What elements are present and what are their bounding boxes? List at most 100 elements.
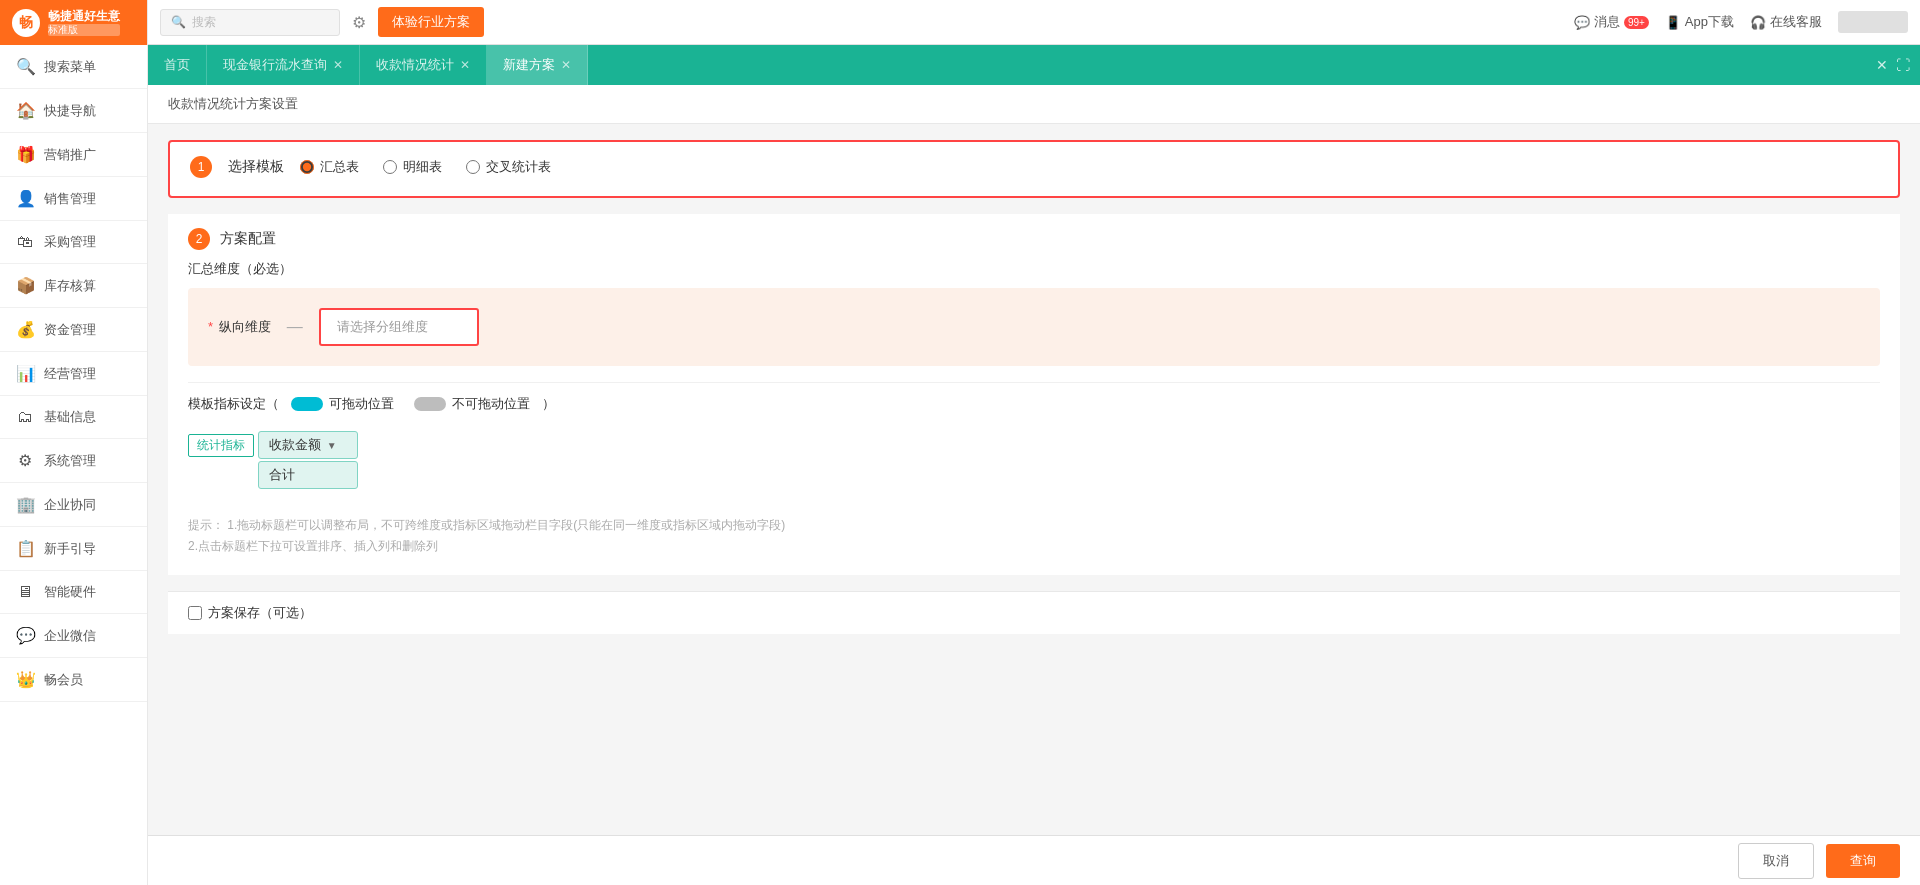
- sidebar-item-label: 库存核算: [44, 277, 96, 295]
- metrics-label-text: 模板指标设定（: [188, 395, 279, 413]
- sidebar-item-marketing[interactable]: 🎁 营销推广: [0, 133, 147, 177]
- sidebar-item-hardware[interactable]: 🖥 智能硬件: [0, 571, 147, 614]
- step1-section: 1 选择模板 汇总表 明细表: [168, 140, 1900, 198]
- radio-summary-label: 汇总表: [320, 158, 359, 176]
- tip-2: 2.点击标题栏下拉可设置排序、插入列和删除列: [188, 538, 1880, 555]
- step1-row: 1 选择模板 汇总表 明细表: [190, 156, 1878, 178]
- sidebar-item-inventory[interactable]: 📦 库存核算: [0, 264, 147, 308]
- tab-new-plan-close[interactable]: ✕: [561, 59, 571, 71]
- message-item[interactable]: 💬 消息 99+: [1574, 13, 1649, 31]
- clipboard-icon: 📋: [16, 539, 34, 558]
- bag-icon: 🛍: [16, 233, 34, 251]
- stats-subtitle: 统计指标: [188, 434, 254, 457]
- step2-section: 2 方案配置 汇总维度（必选） * 纵向维度 —: [168, 214, 1900, 575]
- step2-title: 方案配置: [220, 230, 276, 248]
- step1-title: 选择模板: [228, 158, 284, 176]
- monitor-icon: 🖥: [16, 583, 34, 601]
- tab-receipt-label: 收款情况统计: [376, 56, 454, 74]
- tab-home[interactable]: 首页: [148, 45, 207, 85]
- radio-cross[interactable]: 交叉统计表: [466, 158, 551, 176]
- radio-cross-input[interactable]: [466, 160, 480, 174]
- logo-icon: 畅: [12, 9, 40, 37]
- sidebar-item-finance[interactable]: 💰 资金管理: [0, 308, 147, 352]
- page-header: 收款情况统计方案设置: [148, 85, 1920, 124]
- dimension-select[interactable]: 请选择分组维度: [319, 308, 479, 346]
- message-label: 消息: [1594, 13, 1620, 31]
- settings-icon[interactable]: ⚙: [352, 13, 366, 32]
- chevron-down-icon: ▼: [327, 440, 337, 451]
- draggable-label: 可拖动位置: [329, 395, 394, 413]
- building-icon: 🏢: [16, 495, 34, 514]
- metrics-close: ）: [542, 395, 555, 413]
- tab-receipt-close[interactable]: ✕: [460, 59, 470, 71]
- sidebar-item-label: 基础信息: [44, 408, 96, 426]
- industry-button[interactable]: 体验行业方案: [378, 7, 484, 37]
- tab-cashflow[interactable]: 现金银行流水查询 ✕: [207, 45, 360, 85]
- sidebar-item-sales[interactable]: 👤 销售管理: [0, 177, 147, 221]
- expand-tab-btn[interactable]: ⛶: [1896, 57, 1910, 73]
- metrics-table: 收款金额 ▼ 合计: [258, 431, 358, 489]
- download-item[interactable]: 📱 App下载: [1665, 13, 1734, 31]
- tab-cashflow-close[interactable]: ✕: [333, 59, 343, 71]
- tab-new-plan[interactable]: 新建方案 ✕: [487, 45, 588, 85]
- dimension-required-mark: * 纵向维度: [208, 318, 271, 336]
- sidebar-item-enterprise[interactable]: 🏢 企业协同: [0, 483, 147, 527]
- metrics-tag-amount[interactable]: 收款金额 ▼: [258, 431, 358, 459]
- radio-detail-input[interactable]: [383, 160, 397, 174]
- sidebar-item-operations[interactable]: 📊 经营管理: [0, 352, 147, 396]
- radio-detail[interactable]: 明细表: [383, 158, 442, 176]
- tips-area: 提示： 1.拖动标题栏可以调整布局，不可跨维度或指标区域拖动栏目字段(只能在同一…: [168, 505, 1900, 575]
- search-box[interactable]: 🔍 搜索: [160, 9, 340, 36]
- sidebar-item-label: 快捷导航: [44, 102, 96, 120]
- dimension-row: * 纵向维度 — 请选择分组维度: [208, 308, 1860, 346]
- step2-header: 2 方案配置: [168, 214, 1900, 260]
- sidebar-item-label: 智能硬件: [44, 583, 96, 601]
- sidebar-item-label: 企业微信: [44, 627, 96, 645]
- sidebar-item-system[interactable]: ⚙ 系统管理: [0, 439, 147, 483]
- sidebar-item-purchase[interactable]: 🛍 采购管理: [0, 221, 147, 264]
- save-checkbox[interactable]: [188, 606, 202, 620]
- gift-icon: 🎁: [16, 145, 34, 164]
- query-button[interactable]: 查询: [1826, 844, 1900, 878]
- search-icon: 🔍: [16, 57, 34, 76]
- user-avatar[interactable]: [1838, 11, 1908, 33]
- sidebar-item-guide[interactable]: 📋 新手引导: [0, 527, 147, 571]
- sidebar: 畅 畅捷通好生意 标准版 🔍 搜索菜单 🏠 快捷导航 🎁 营销推广 👤 销售管理…: [0, 0, 148, 885]
- metrics-tag-total[interactable]: 合计: [258, 461, 358, 489]
- cancel-button[interactable]: 取消: [1738, 843, 1814, 879]
- draggable-indicator: [291, 397, 323, 411]
- tab-receipt-stats[interactable]: 收款情况统计 ✕: [360, 45, 487, 85]
- gear-icon: ⚙: [16, 451, 34, 470]
- page-title: 收款情况统计方案设置: [168, 96, 298, 111]
- tab-cashflow-label: 现金银行流水查询: [223, 56, 327, 74]
- metrics-area: 统计指标 收款金额 ▼ 合计: [188, 421, 1880, 505]
- metrics-amount-label: 收款金额: [269, 436, 321, 454]
- draggable-hint: 可拖动位置: [291, 395, 394, 413]
- radio-cross-label: 交叉统计表: [486, 158, 551, 176]
- download-label: App下载: [1685, 13, 1734, 31]
- chart-icon: 📊: [16, 364, 34, 383]
- sidebar-item-search[interactable]: 🔍 搜索菜单: [0, 45, 147, 89]
- sidebar-item-wechat[interactable]: 💬 企业微信: [0, 614, 147, 658]
- radio-summary-input[interactable]: [300, 160, 314, 174]
- search-icon-topbar: 🔍: [171, 15, 186, 29]
- non-draggable-label: 不可拖动位置: [452, 395, 530, 413]
- dimension-title: 汇总维度（必选）: [168, 260, 1900, 288]
- form-body: 1 选择模板 汇总表 明细表: [148, 124, 1920, 650]
- crown-icon: 👑: [16, 670, 34, 689]
- template-selection: 1 选择模板 汇总表 明细表: [168, 140, 1900, 198]
- sidebar-item-quicknav[interactable]: 🏠 快捷导航: [0, 89, 147, 133]
- logo-badge: 标准版: [48, 24, 120, 36]
- sidebar-item-label: 畅会员: [44, 671, 83, 689]
- tab-actions: ✕ ⛶: [1866, 45, 1920, 85]
- topbar: 🔍 搜索 ⚙ 体验行业方案 💬 消息 99+ 📱 App下载 🎧 在线客服: [148, 0, 1920, 45]
- arrow-icon: —: [287, 318, 303, 336]
- service-item[interactable]: 🎧 在线客服: [1750, 13, 1822, 31]
- sidebar-item-member[interactable]: 👑 畅会员: [0, 658, 147, 702]
- radio-summary[interactable]: 汇总表: [300, 158, 359, 176]
- sidebar-item-basic[interactable]: 🗂 基础信息: [0, 396, 147, 439]
- sidebar-item-label: 销售管理: [44, 190, 96, 208]
- close-tab-btn[interactable]: ✕: [1876, 57, 1888, 73]
- non-draggable-hint: 不可拖动位置: [414, 395, 530, 413]
- sidebar-item-label: 企业协同: [44, 496, 96, 514]
